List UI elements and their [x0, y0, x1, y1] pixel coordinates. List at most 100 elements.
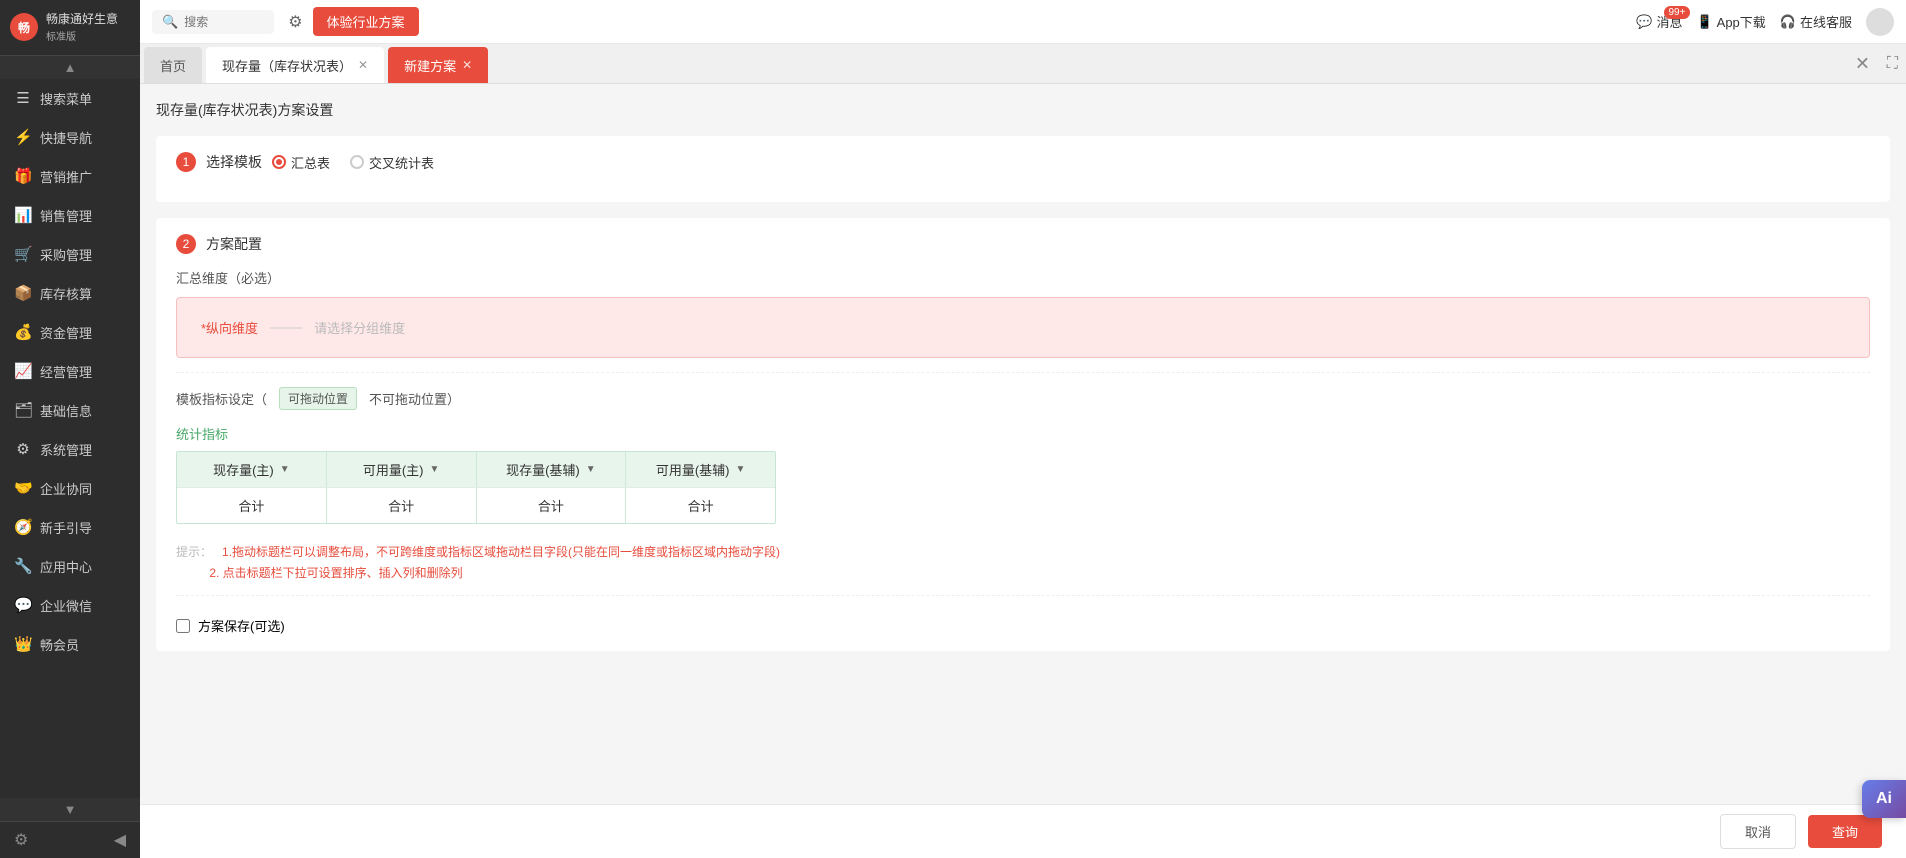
stats-header-col3[interactable]: 现存量(基辅) ▼: [477, 452, 627, 487]
tab-new-plan-close-icon[interactable]: ✕: [462, 58, 472, 72]
sidebar-item-purchase[interactable]: 🛒 采购管理: [0, 235, 140, 274]
stats-col3-chevron: ▼: [586, 464, 596, 475]
sidebar-item-management[interactable]: 📈 经营管理: [0, 352, 140, 391]
marketing-icon: 🎁: [14, 167, 32, 185]
message-icon: 💬: [1636, 14, 1652, 30]
step2-title: 方案配置: [206, 234, 262, 254]
sidebar-item-quicknav[interactable]: ⚡ 快捷导航: [0, 118, 140, 157]
stats-body-col4: 合计: [626, 488, 775, 523]
indicator-setting-row: 模板指标设定（ 可拖动位置 不可拖动位置）: [176, 387, 1870, 410]
indicator-setting-label: 模板指标设定（: [176, 389, 267, 408]
radio-cross-label: 交叉统计表: [369, 153, 434, 172]
sidebar-item-finance[interactable]: 💰 资金管理: [0, 313, 140, 352]
sidebar-item-label-member: 畅会员: [40, 635, 79, 654]
tab-inventory[interactable]: 现存量（库存状况表） ✕: [206, 47, 384, 83]
query-button[interactable]: 查询: [1808, 815, 1882, 848]
save-row: 方案保存(可选): [176, 616, 1870, 635]
stats-col3-label: 现存量(基辅): [506, 460, 580, 479]
step1-badge: 1: [176, 152, 196, 172]
sidebar-item-inventory[interactable]: 📦 库存核算: [0, 274, 140, 313]
tabbar-expand-button[interactable]: ⛶: [1887, 55, 1898, 73]
message-badge: 99+: [1664, 6, 1691, 19]
sidebar-scroll-down[interactable]: ▼: [0, 798, 140, 821]
sidebar-item-label-search: 搜索菜单: [40, 89, 92, 108]
sidebar-item-wechat[interactable]: 💬 企业微信: [0, 586, 140, 625]
stats-col4-label: 可用量(基辅): [656, 460, 730, 479]
basicinfo-icon: 🗂: [14, 401, 32, 419]
sidebar-item-basic-info[interactable]: 🗂 基础信息: [0, 391, 140, 430]
footer: 取消 查询: [140, 804, 1906, 858]
tab-inventory-close-icon[interactable]: ✕: [358, 58, 368, 72]
tab-home-label: 首页: [160, 56, 186, 75]
app-name: 畅康通好生意: [46, 12, 118, 28]
radio-summary-circle: [272, 155, 286, 169]
divider2: [176, 595, 1870, 596]
industry-plan-button[interactable]: 体验行业方案: [313, 7, 419, 36]
content-area: 现存量(库存状况表)方案设置 1 选择模板 汇总表 交叉统计表: [140, 84, 1906, 804]
settings-gear-icon[interactable]: ⚙: [288, 12, 302, 32]
sidebar-settings-icon[interactable]: ⚙: [14, 830, 28, 850]
sidebar-item-member[interactable]: 👑 畅会员: [0, 625, 140, 664]
search-input[interactable]: [184, 15, 264, 29]
service-icon: 🎧: [1780, 14, 1796, 30]
divider1: [176, 372, 1870, 373]
sidebar-item-system[interactable]: ⚙ 系统管理: [0, 430, 140, 469]
tips-line2: 2. 点击标题栏下拉可设置排序、插入列和删除列: [176, 564, 1870, 581]
movable-tag: 可拖动位置: [279, 387, 357, 410]
sidebar-item-guide[interactable]: 🧭 新手引导: [0, 508, 140, 547]
user-avatar[interactable]: [1866, 8, 1894, 36]
sidebar-logo: 畅 畅康通好生意 标准版: [0, 0, 140, 56]
tabbar-close-button[interactable]: ✕: [1855, 53, 1870, 74]
tab-new-plan[interactable]: 新建方案 ✕: [388, 47, 488, 83]
sidebar-item-label-guide: 新手引导: [40, 518, 92, 537]
sidebar-item-label-management: 经营管理: [40, 362, 92, 381]
sidebar-item-search[interactable]: ☰ 搜索菜单: [0, 79, 140, 118]
sidebar-item-label-finance: 资金管理: [40, 323, 92, 342]
online-service-button[interactable]: 🎧 在线客服: [1780, 12, 1852, 31]
app-logo-icon: 畅: [10, 13, 38, 41]
sidebar-item-enterprise[interactable]: 🤝 企业协同: [0, 469, 140, 508]
search-box[interactable]: 🔍: [152, 10, 274, 34]
sidebar-item-sales[interactable]: 📊 销售管理: [0, 196, 140, 235]
ai-fab-button[interactable]: Ai: [1862, 780, 1906, 818]
inventory-icon: 📦: [14, 284, 32, 302]
stats-col2-chevron: ▼: [430, 464, 440, 475]
search-icon: 🔍: [162, 14, 178, 30]
dimension-box[interactable]: *纵向维度 —— 请选择分组维度: [176, 297, 1870, 358]
radio-summary[interactable]: 汇总表: [272, 153, 330, 172]
sidebar-item-label-wechat: 企业微信: [40, 596, 92, 615]
quicknav-icon: ⚡: [14, 128, 32, 146]
tab-new-plan-label: 新建方案: [404, 56, 456, 75]
app-edition: 标准版: [46, 28, 118, 43]
sidebar-item-label-enterprise: 企业协同: [40, 479, 92, 498]
message-button[interactable]: 💬 消息 99+: [1636, 12, 1682, 31]
stats-header-col2[interactable]: 可用量(主) ▼: [327, 452, 477, 487]
sidebar-item-label-purchase: 采购管理: [40, 245, 92, 264]
sidebar-item-label-apps: 应用中心: [40, 557, 92, 576]
sidebar-item-marketing[interactable]: 🎁 营销推广: [0, 157, 140, 196]
member-icon: 👑: [14, 635, 32, 653]
topbar: 🔍 ⚙ 体验行业方案 💬 消息 99+ 📱 App下载 🎧 在线客服: [140, 0, 1906, 44]
tabbar: 首页 现存量（库存状况表） ✕ 新建方案 ✕ ✕ ⛶: [140, 44, 1906, 84]
sidebar-item-apps[interactable]: 🔧 应用中心: [0, 547, 140, 586]
enterprise-icon: 🤝: [14, 479, 32, 497]
topbar-right: 💬 消息 99+ 📱 App下载 🎧 在线客服: [1636, 8, 1894, 36]
app-download-button[interactable]: 📱 App下载: [1696, 12, 1765, 31]
sidebar-item-label-marketing: 营销推广: [40, 167, 92, 186]
finance-icon: 💰: [14, 323, 32, 341]
radio-cross[interactable]: 交叉统计表: [350, 153, 434, 172]
save-checkbox[interactable]: [176, 619, 190, 633]
dimension-sublabel: 汇总维度（必选）: [176, 268, 1870, 287]
stats-header-col4[interactable]: 可用量(基辅) ▼: [626, 452, 775, 487]
tab-home[interactable]: 首页: [144, 47, 202, 83]
search-menu-icon: ☰: [14, 89, 32, 107]
sidebar-toggle-icon[interactable]: ◀: [114, 830, 126, 850]
stats-header-col1[interactable]: 现存量(主) ▼: [177, 452, 327, 487]
app-name-block: 畅康通好生意 标准版: [46, 12, 118, 43]
stats-body-row: 合计 合计 合计 合计: [177, 487, 775, 523]
stats-col1-label: 现存量(主): [213, 460, 274, 479]
stats-label: 统计指标: [176, 424, 1870, 443]
sidebar-scroll-up[interactable]: ▲: [0, 56, 140, 79]
cancel-button[interactable]: 取消: [1720, 814, 1796, 849]
stats-header-row: 现存量(主) ▼ 可用量(主) ▼ 现存量(基辅) ▼ 可用量(基辅): [177, 452, 775, 487]
